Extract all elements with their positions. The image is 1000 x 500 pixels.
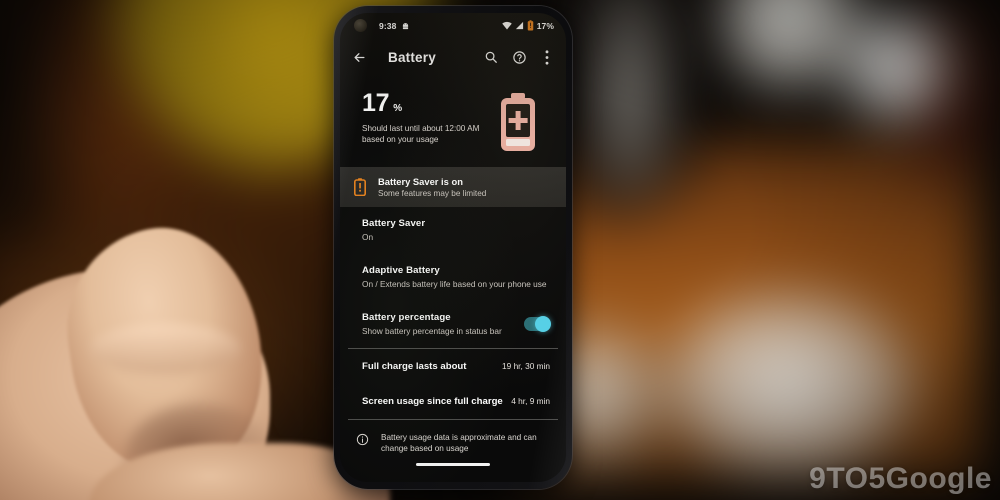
wifi-icon [501,21,512,32]
battery-saver-banner-text: Battery Saver is on Some features may be… [378,176,486,198]
toggle-knob [535,316,551,333]
battery-estimate-text: Should last until about 12:00 AM based o… [362,124,480,145]
battery-settings-list: Battery Saver On Adaptive Battery On / E… [340,207,566,455]
photo-scene: 9:38 17% Battery 17 % Should last until … [0,0,1000,500]
status-bar-right-icons: 17% [501,19,554,33]
battery-summary: 17 % Should last until about 12:00 AM ba… [340,75,566,159]
list-item-battery-percentage[interactable]: Battery percentage Show battery percenta… [340,301,566,348]
list-item-title: Battery percentage [362,311,451,323]
battery-summary-text: 17 % Should last until about 12:00 AM ba… [362,89,492,145]
stat-label: Full charge lasts about [362,360,467,372]
list-item-adaptive-battery[interactable]: Adaptive Battery On / Extends battery li… [340,254,566,301]
stat-row-screen-usage[interactable]: Screen usage since full charge 4 hr, 9 m… [340,384,566,419]
phone-screen: 9:38 17% Battery 17 % Should last until … [340,13,566,482]
page-title: Battery [388,49,436,65]
status-bar-clock: 9:38 [379,21,397,31]
battery-percentage-symbol: % [393,103,403,114]
hand-holding-phone [0,215,390,500]
battery-percentage-toggle[interactable] [524,316,551,333]
battery-usage-disclaimer: Battery usage data is approximate and ca… [340,420,566,455]
disclaimer-text: Battery usage data is approximate and ca… [381,432,537,454]
list-item-title: Battery Saver [362,218,426,229]
battery-percentage-row: 17 % [362,89,492,118]
app-toolbar: Battery [340,39,566,75]
battery-plus-icon [492,91,544,153]
thumb-knuckle [90,324,240,374]
battery-saver-banner[interactable]: Battery Saver is on Some features may be… [340,167,566,207]
list-item-subtitle: On [362,232,374,242]
list-divider [348,347,558,349]
list-item-title: Adaptive Battery [362,264,440,276]
front-camera-punch-hole [354,19,367,32]
list-item-battery-saver[interactable]: Battery Saver On [340,207,566,254]
battery-saver-banner-title: Battery Saver is on [378,176,463,187]
search-icon[interactable] [482,48,500,66]
status-bar-battery-percentage: 17% [536,21,554,31]
help-icon[interactable] [510,48,528,66]
site-watermark: 9TO5Google [809,462,992,495]
list-item-text: Battery percentage Show battery percenta… [362,312,524,337]
stat-value: 19 hr, 30 min [502,361,550,372]
stat-value: 4 hr, 9 min [511,396,550,407]
overflow-menu-icon[interactable] [538,48,556,66]
battery-percentage-value: 17 [362,89,390,117]
home-gesture-pill[interactable] [416,463,490,466]
list-item-subtitle: Show battery percentage in status bar [362,325,502,336]
back-arrow-icon[interactable] [350,48,368,66]
battery-saver-icon [527,19,534,33]
stat-row-full-charge[interactable]: Full charge lasts about 19 hr, 30 min [340,349,566,384]
battery-saver-banner-subtitle: Some features may be limited [378,189,487,198]
android-head-icon [401,22,410,31]
smartphone-device: 9:38 17% Battery 17 % Should last until … [334,6,572,489]
stat-label: Screen usage since full charge [362,395,503,407]
cellular-signal-icon [515,21,524,32]
list-item-subtitle: On / Extends battery life based on your … [362,278,547,289]
list-divider [348,418,558,420]
battery-saver-icon [354,178,366,197]
status-bar: 9:38 17% [340,13,566,39]
info-icon [356,433,369,446]
